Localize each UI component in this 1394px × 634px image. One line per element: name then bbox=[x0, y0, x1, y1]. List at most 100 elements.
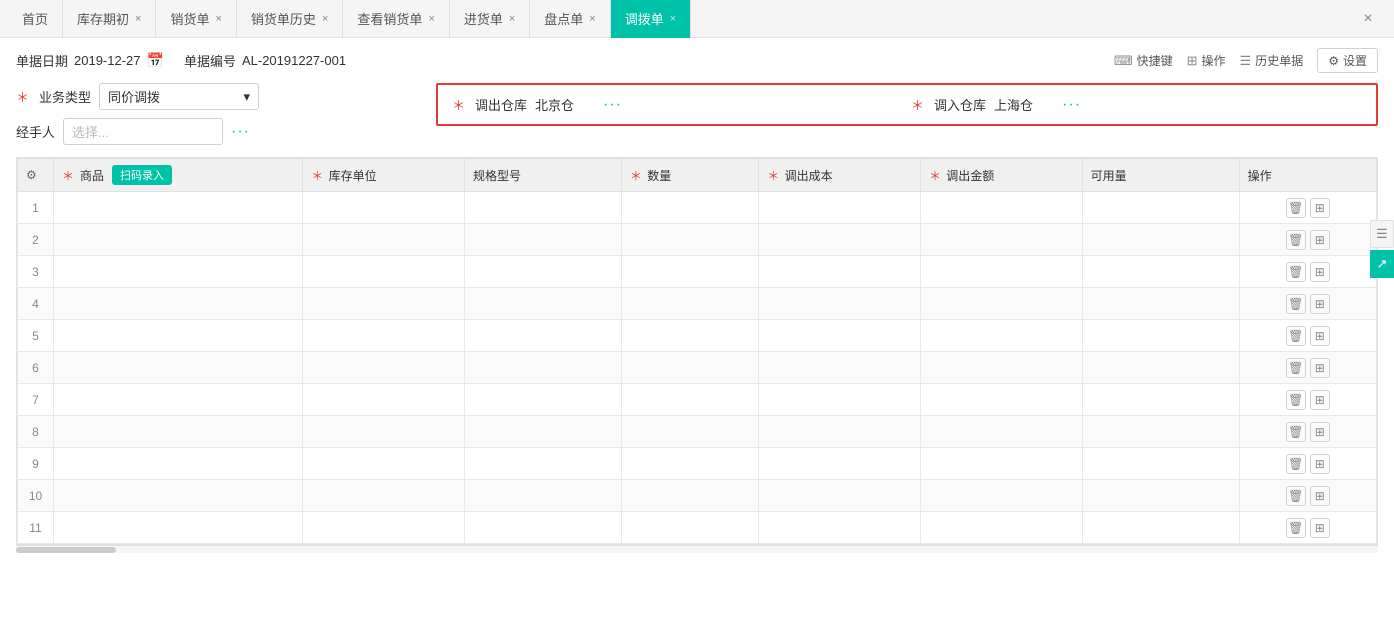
row-cost-7[interactable] bbox=[759, 384, 921, 416]
row-amount-11[interactable] bbox=[920, 512, 1082, 544]
row-copy-btn-8[interactable]: ⊞ bbox=[1310, 422, 1330, 442]
row-copy-btn-1[interactable]: ⊞ bbox=[1310, 198, 1330, 218]
tab-sales-order[interactable]: 销货单 × bbox=[156, 0, 236, 38]
float-expand-btn[interactable]: ↗ bbox=[1370, 250, 1394, 278]
row-available-9[interactable] bbox=[1082, 448, 1239, 480]
row-unit-10[interactable] bbox=[303, 480, 465, 512]
tab-purchase-close[interactable]: × bbox=[509, 13, 515, 25]
tab-sales-history[interactable]: 销货单历史 × bbox=[237, 0, 343, 38]
row-amount-2[interactable] bbox=[920, 224, 1082, 256]
row-qty-2[interactable] bbox=[621, 224, 758, 256]
row-available-7[interactable] bbox=[1082, 384, 1239, 416]
row-unit-4[interactable] bbox=[303, 288, 465, 320]
row-amount-1[interactable] bbox=[920, 192, 1082, 224]
row-delete-btn-3[interactable]: 🗑 bbox=[1286, 262, 1306, 282]
transfer-out-more-btn[interactable]: ··· bbox=[603, 96, 622, 114]
row-available-10[interactable] bbox=[1082, 480, 1239, 512]
handler-more-btn[interactable]: ··· bbox=[231, 123, 250, 141]
row-unit-5[interactable] bbox=[303, 320, 465, 352]
row-available-4[interactable] bbox=[1082, 288, 1239, 320]
row-cost-1[interactable] bbox=[759, 192, 921, 224]
row-spec-8[interactable] bbox=[464, 416, 621, 448]
row-qty-8[interactable] bbox=[621, 416, 758, 448]
row-product-3[interactable] bbox=[54, 256, 303, 288]
tab-purchase[interactable]: 进货单 × bbox=[450, 0, 530, 38]
row-amount-4[interactable] bbox=[920, 288, 1082, 320]
row-cost-5[interactable] bbox=[759, 320, 921, 352]
row-unit-2[interactable] bbox=[303, 224, 465, 256]
row-qty-3[interactable] bbox=[621, 256, 758, 288]
row-copy-btn-11[interactable]: ⊞ bbox=[1310, 518, 1330, 538]
row-qty-9[interactable] bbox=[621, 448, 758, 480]
row-copy-btn-4[interactable]: ⊞ bbox=[1310, 294, 1330, 314]
row-copy-btn-10[interactable]: ⊞ bbox=[1310, 486, 1330, 506]
th-settings[interactable]: ⚙ bbox=[18, 159, 54, 192]
row-copy-btn-9[interactable]: ⊞ bbox=[1310, 454, 1330, 474]
tab-sales-history-close[interactable]: × bbox=[322, 13, 328, 25]
row-available-11[interactable] bbox=[1082, 512, 1239, 544]
row-spec-10[interactable] bbox=[464, 480, 621, 512]
tab-stocktake-close[interactable]: × bbox=[589, 13, 595, 25]
row-qty-5[interactable] bbox=[621, 320, 758, 352]
row-amount-10[interactable] bbox=[920, 480, 1082, 512]
tab-view-sales[interactable]: 查看销货单 × bbox=[343, 0, 449, 38]
row-copy-btn-2[interactable]: ⊞ bbox=[1310, 230, 1330, 250]
row-available-1[interactable] bbox=[1082, 192, 1239, 224]
tab-view-sales-close[interactable]: × bbox=[428, 13, 434, 25]
row-spec-5[interactable] bbox=[464, 320, 621, 352]
row-product-8[interactable] bbox=[54, 416, 303, 448]
row-product-1[interactable] bbox=[54, 192, 303, 224]
calendar-icon[interactable]: 📅 bbox=[147, 52, 164, 69]
row-spec-9[interactable] bbox=[464, 448, 621, 480]
row-unit-1[interactable] bbox=[303, 192, 465, 224]
tab-inventory-init[interactable]: 库存期初 × bbox=[63, 0, 156, 38]
operate-btn[interactable]: ⊞ 操作 bbox=[1187, 52, 1226, 69]
row-unit-8[interactable] bbox=[303, 416, 465, 448]
row-product-9[interactable] bbox=[54, 448, 303, 480]
business-type-dropdown[interactable]: 同价调拨 ▾ bbox=[99, 83, 259, 110]
scan-button[interactable]: 扫码录入 bbox=[112, 165, 172, 185]
row-product-10[interactable] bbox=[54, 480, 303, 512]
row-cost-9[interactable] bbox=[759, 448, 921, 480]
row-product-6[interactable] bbox=[54, 352, 303, 384]
row-amount-9[interactable] bbox=[920, 448, 1082, 480]
row-unit-7[interactable] bbox=[303, 384, 465, 416]
window-close-button[interactable]: × bbox=[1354, 5, 1382, 33]
row-delete-btn-11[interactable]: 🗑 bbox=[1286, 518, 1306, 538]
row-cost-10[interactable] bbox=[759, 480, 921, 512]
row-delete-btn-5[interactable]: 🗑 bbox=[1286, 326, 1306, 346]
row-amount-3[interactable] bbox=[920, 256, 1082, 288]
tab-stocktake[interactable]: 盘点单 × bbox=[530, 0, 610, 38]
row-available-8[interactable] bbox=[1082, 416, 1239, 448]
row-delete-btn-4[interactable]: 🗑 bbox=[1286, 294, 1306, 314]
row-delete-btn-10[interactable]: 🗑 bbox=[1286, 486, 1306, 506]
float-list-btn[interactable]: ☰ bbox=[1370, 220, 1394, 248]
row-copy-btn-6[interactable]: ⊞ bbox=[1310, 358, 1330, 378]
row-delete-btn-2[interactable]: 🗑 bbox=[1286, 230, 1306, 250]
row-copy-btn-5[interactable]: ⊞ bbox=[1310, 326, 1330, 346]
tab-sales-order-close[interactable]: × bbox=[215, 13, 221, 25]
row-unit-3[interactable] bbox=[303, 256, 465, 288]
row-delete-btn-9[interactable]: 🗑 bbox=[1286, 454, 1306, 474]
row-available-6[interactable] bbox=[1082, 352, 1239, 384]
row-cost-2[interactable] bbox=[759, 224, 921, 256]
row-delete-btn-8[interactable]: 🗑 bbox=[1286, 422, 1306, 442]
row-available-3[interactable] bbox=[1082, 256, 1239, 288]
row-copy-btn-3[interactable]: ⊞ bbox=[1310, 262, 1330, 282]
row-spec-1[interactable] bbox=[464, 192, 621, 224]
handler-dropdown[interactable]: 选择... bbox=[63, 118, 223, 145]
row-product-5[interactable] bbox=[54, 320, 303, 352]
row-cost-8[interactable] bbox=[759, 416, 921, 448]
row-amount-7[interactable] bbox=[920, 384, 1082, 416]
row-available-2[interactable] bbox=[1082, 224, 1239, 256]
row-spec-3[interactable] bbox=[464, 256, 621, 288]
history-btn[interactable]: ☰ 历史单据 bbox=[1240, 52, 1304, 69]
row-delete-btn-7[interactable]: 🗑 bbox=[1286, 390, 1306, 410]
row-cost-4[interactable] bbox=[759, 288, 921, 320]
tab-transfer-close[interactable]: × bbox=[670, 13, 676, 25]
settings-button[interactable]: ⚙ 设置 bbox=[1317, 48, 1378, 73]
row-product-4[interactable] bbox=[54, 288, 303, 320]
row-unit-9[interactable] bbox=[303, 448, 465, 480]
row-amount-8[interactable] bbox=[920, 416, 1082, 448]
row-copy-btn-7[interactable]: ⊞ bbox=[1310, 390, 1330, 410]
